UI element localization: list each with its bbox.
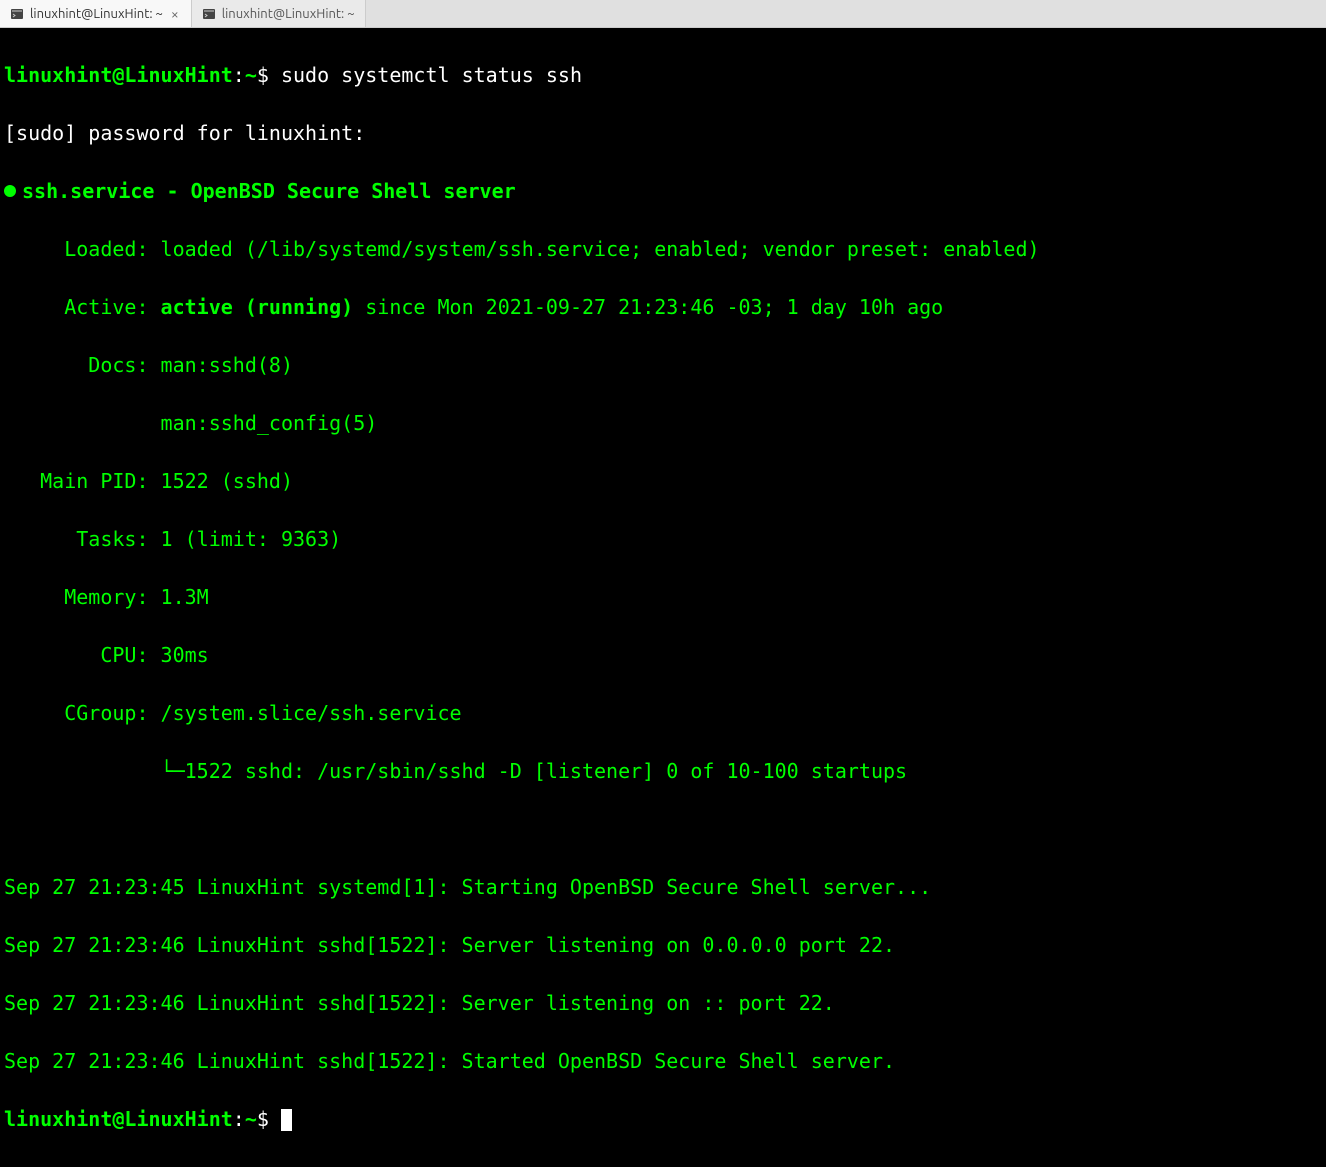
prompt-line: linuxhint@LinuxHint:~$ sudo systemctl st…: [4, 61, 1322, 90]
terminal-icon: [202, 7, 216, 21]
prompt-dollar: $: [257, 63, 269, 87]
command-text: sudo systemctl status ssh: [281, 63, 582, 87]
log-line: Sep 27 21:23:46 LinuxHint sshd[1522]: Se…: [4, 989, 1322, 1018]
log-line: Sep 27 21:23:46 LinuxHint sshd[1522]: Se…: [4, 931, 1322, 960]
log-line: Sep 27 21:23:46 LinuxHint sshd[1522]: St…: [4, 1047, 1322, 1076]
tab-title: linuxhint@LinuxHint: ~: [222, 7, 355, 21]
tasks-line: Tasks: 1 (limit: 9363): [4, 525, 1322, 554]
prompt-path: ~: [245, 63, 257, 87]
tab-2[interactable]: linuxhint@LinuxHint: ~: [192, 0, 366, 27]
prompt-sep: :: [233, 63, 245, 87]
prompt-user-host: linuxhint@LinuxHint: [4, 1107, 233, 1131]
close-icon[interactable]: ×: [169, 6, 181, 22]
cursor: [281, 1109, 292, 1131]
loaded-line: Loaded: loaded (/lib/systemd/system/ssh.…: [4, 235, 1322, 264]
log-line: Sep 27 21:23:45 LinuxHint systemd[1]: St…: [4, 873, 1322, 902]
cgroup-tree: └─1522 sshd: /usr/sbin/sshd -D [listener…: [4, 757, 1322, 786]
docs-line-1: Docs: man:sshd(8): [4, 351, 1322, 380]
tab-title: linuxhint@LinuxHint: ~: [30, 7, 163, 21]
tab-1[interactable]: linuxhint@LinuxHint: ~ ×: [0, 0, 192, 27]
mainpid-line: Main PID: 1522 (sshd): [4, 467, 1322, 496]
terminal-icon: [10, 7, 24, 21]
service-name: ssh.service - OpenBSD Secure Shell serve…: [22, 179, 516, 203]
titlebar: linuxhint@LinuxHint: ~ × linuxhint@Linux…: [0, 0, 1326, 28]
cgroup-line: CGroup: /system.slice/ssh.service: [4, 699, 1322, 728]
prompt-sep: :: [233, 1107, 245, 1131]
docs-line-2: man:sshd_config(5): [4, 409, 1322, 438]
prompt-path: ~: [245, 1107, 257, 1131]
service-header: ssh.service - OpenBSD Secure Shell serve…: [4, 177, 1322, 206]
titlebar-spacer: [366, 0, 1326, 27]
prompt-line-2: linuxhint@LinuxHint:~$: [4, 1105, 1322, 1134]
cpu-line: CPU: 30ms: [4, 641, 1322, 670]
prompt-user-host: linuxhint@LinuxHint: [4, 63, 233, 87]
prompt-dollar: $: [257, 1107, 269, 1131]
active-line: Active: active (running) since Mon 2021-…: [4, 293, 1322, 322]
status-dot-icon: [4, 185, 16, 197]
blank-line: [4, 815, 1322, 844]
terminal-output[interactable]: linuxhint@LinuxHint:~$ sudo systemctl st…: [0, 28, 1326, 1167]
sudo-prompt: [sudo] password for linuxhint:: [4, 119, 1322, 148]
memory-line: Memory: 1.3M: [4, 583, 1322, 612]
